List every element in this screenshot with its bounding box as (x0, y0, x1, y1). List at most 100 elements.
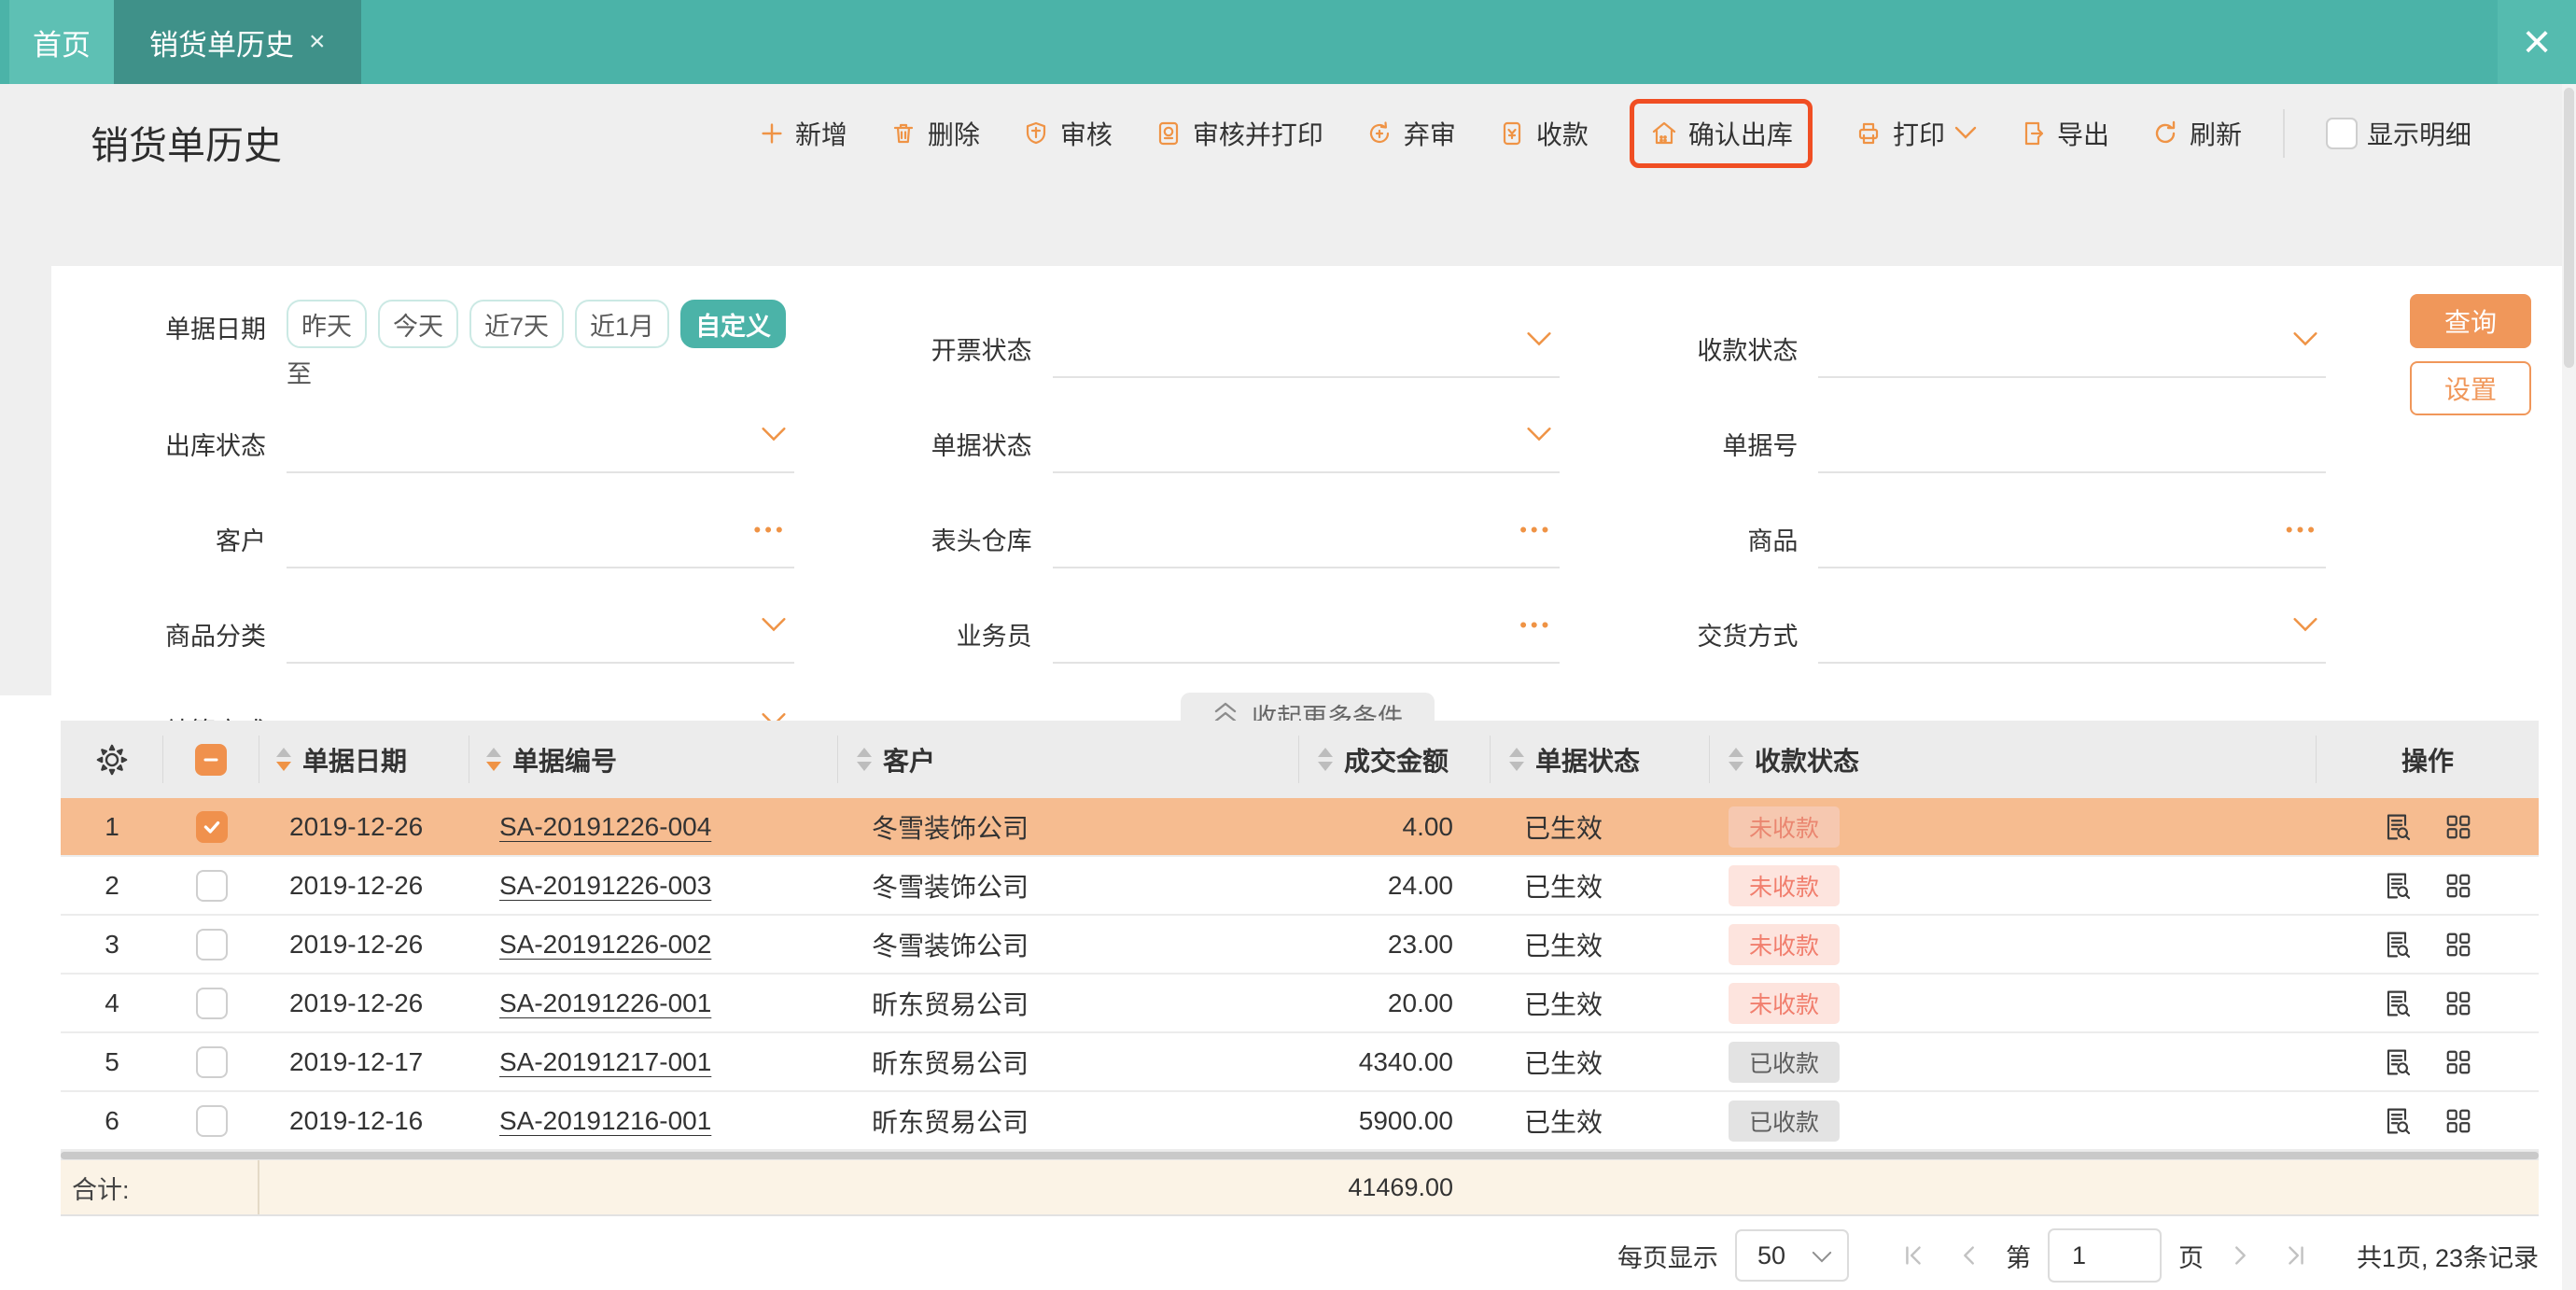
salesman-picker[interactable]: ••• (1052, 611, 1561, 664)
more-actions-grid-icon[interactable] (2442, 1045, 2475, 1079)
row-checkbox[interactable] (195, 869, 228, 902)
last-page-button[interactable] (2276, 1241, 2316, 1270)
view-doc-icon[interactable] (2380, 810, 2414, 844)
warehouse-picker[interactable]: ••• (1052, 516, 1561, 568)
header-doc-date[interactable]: 单据日期 (259, 736, 469, 783)
settings-button[interactable]: 设置 (2410, 361, 2531, 415)
per-page-select[interactable]: 50 (1734, 1229, 1849, 1282)
prev-page-button[interactable] (1950, 1241, 1989, 1270)
preset-last7days[interactable]: 近7天 (469, 300, 565, 348)
customer-picker[interactable]: ••• (287, 516, 794, 568)
collect-payment-button[interactable]: 收款 (1497, 115, 1589, 152)
doc-code-link[interactable]: SA-20191226-003 (499, 871, 711, 901)
scrollbar-thumb[interactable] (2564, 88, 2574, 368)
add-button[interactable]: 新增 (758, 115, 847, 152)
page-suffix-label: 页 (2177, 1243, 2204, 1272)
tab-home[interactable]: 首页 (9, 0, 114, 84)
outbound-status-select[interactable] (287, 421, 794, 473)
sort-icon[interactable] (1318, 748, 1333, 771)
table-row[interactable]: 4 2019-12-26 SA-20191226-001 昕东贸易公司 20.0… (61, 975, 2539, 1033)
payment-status-select[interactable] (1818, 326, 2326, 378)
sort-icon[interactable] (276, 748, 291, 771)
more-actions-grid-icon[interactable] (2442, 987, 2475, 1020)
row-checkbox[interactable] (195, 1045, 228, 1078)
filter-doc-date: 单据日期 昨天 今天 近7天 近1月 自定义 至 (93, 292, 794, 388)
filter-warehouse: 表头仓库 ••• (860, 483, 1561, 578)
more-actions-grid-icon[interactable] (2442, 1104, 2475, 1138)
doc-code-link[interactable]: SA-20191226-004 (499, 812, 711, 842)
query-button[interactable]: 查询 (2410, 294, 2531, 348)
preset-last1month[interactable]: 近1月 (575, 300, 670, 348)
preset-custom[interactable]: 自定义 (680, 300, 787, 348)
sort-icon[interactable] (857, 748, 872, 771)
more-actions-grid-icon[interactable] (2442, 810, 2475, 844)
doc-code-link[interactable]: SA-20191226-002 (499, 930, 711, 960)
customer-label: 客户 (216, 527, 266, 555)
header-customer[interactable]: 客户 (838, 736, 1299, 783)
view-doc-icon[interactable] (2380, 1045, 2414, 1079)
table-row[interactable]: 3 2019-12-26 SA-20191226-002 冬雪装饰公司 23.0… (61, 916, 2539, 975)
horizontal-scrollbar[interactable] (61, 1151, 2539, 1160)
doc-status-select[interactable] (1052, 421, 1561, 473)
tab-sales-history[interactable]: 销货单历史 × (114, 0, 361, 84)
filter-salesman: 业务员 ••• (860, 578, 1561, 673)
cell-customer: 昕东贸易公司 (872, 989, 1029, 1019)
audit-button[interactable]: 审核 (1021, 115, 1113, 152)
window-close-button[interactable]: × (2498, 0, 2576, 84)
invoice-status-select[interactable] (1052, 326, 1561, 378)
header-amount[interactable]: 成交金额 (1299, 736, 1491, 783)
first-page-button[interactable] (1894, 1241, 1933, 1270)
preset-today[interactable]: 今天 (378, 300, 458, 348)
table-row[interactable]: 2 2019-12-26 SA-20191226-003 冬雪装饰公司 24.0… (61, 857, 2539, 916)
delete-button[interactable]: 删除 (889, 115, 980, 152)
sort-icon[interactable] (486, 748, 501, 771)
export-button[interactable]: 导出 (2018, 115, 2109, 152)
view-doc-icon[interactable] (2380, 928, 2414, 961)
product-picker[interactable]: ••• (1818, 516, 2326, 568)
doc-code-link[interactable]: SA-20191217-001 (499, 1047, 711, 1077)
delivery-method-select[interactable] (1818, 611, 2326, 664)
confirm-outbound-button[interactable]: 确认出库 (1649, 115, 1793, 152)
cell-customer: 昕东贸易公司 (872, 1048, 1029, 1078)
view-doc-icon[interactable] (2380, 987, 2414, 1020)
doc-no-input[interactable] (1818, 421, 2326, 473)
more-actions-grid-icon[interactable] (2442, 869, 2475, 903)
payment-status-badge: 已收款 (1729, 1100, 1841, 1142)
row-checkbox[interactable] (195, 810, 228, 843)
table-row[interactable]: 6 2019-12-16 SA-20191216-001 昕东贸易公司 5900… (61, 1092, 2539, 1151)
sort-icon[interactable] (1729, 748, 1743, 771)
show-detail-toggle[interactable]: 显示明细 (2325, 115, 2471, 152)
table-row[interactable]: 1 2019-12-26 SA-20191226-004 冬雪装饰公司 4.00… (61, 798, 2539, 857)
scrollbar-thumb[interactable] (61, 1152, 2539, 1159)
unaudit-button[interactable]: 弃审 (1365, 115, 1456, 152)
gear-icon[interactable] (92, 740, 132, 779)
product-category-select[interactable] (287, 611, 794, 664)
header-doc-status[interactable]: 单据状态 (1491, 736, 1710, 783)
row-checkbox[interactable] (195, 987, 228, 1019)
page-number-input[interactable]: 1 (2047, 1228, 2162, 1283)
header-payment-status[interactable]: 收款状态 (1710, 736, 2317, 783)
table-row[interactable]: 5 2019-12-17 SA-20191217-001 昕东贸易公司 4340… (61, 1033, 2539, 1092)
money-doc-icon (1497, 119, 1527, 148)
view-doc-icon[interactable] (2380, 869, 2414, 903)
more-actions-grid-icon[interactable] (2442, 928, 2475, 961)
audit-print-button[interactable]: 审核并打印 (1154, 115, 1323, 152)
doc-code-link[interactable]: SA-20191226-001 (499, 989, 711, 1018)
doc-code-link[interactable]: SA-20191216-001 (499, 1106, 711, 1136)
cell-customer: 冬雪装饰公司 (872, 872, 1029, 902)
sort-icon[interactable] (1509, 748, 1524, 771)
vertical-scrollbar[interactable] (2562, 84, 2576, 1290)
row-checkbox[interactable] (195, 928, 228, 960)
view-doc-icon[interactable] (2380, 1104, 2414, 1138)
chevron-down-icon (761, 617, 787, 638)
refresh-button[interactable]: 刷新 (2150, 115, 2242, 152)
show-detail-checkbox[interactable] (2325, 117, 2358, 149)
header-doc-code[interactable]: 单据编号 (469, 736, 838, 783)
select-all-checkbox[interactable] (195, 743, 227, 776)
row-checkbox[interactable] (195, 1104, 228, 1137)
preset-yesterday[interactable]: 昨天 (287, 300, 367, 348)
next-page-button[interactable] (2220, 1241, 2260, 1270)
print-button[interactable]: 打印 (1854, 115, 1977, 152)
tab-close-icon[interactable]: × (309, 28, 326, 56)
product-label: 商品 (1747, 527, 1799, 555)
